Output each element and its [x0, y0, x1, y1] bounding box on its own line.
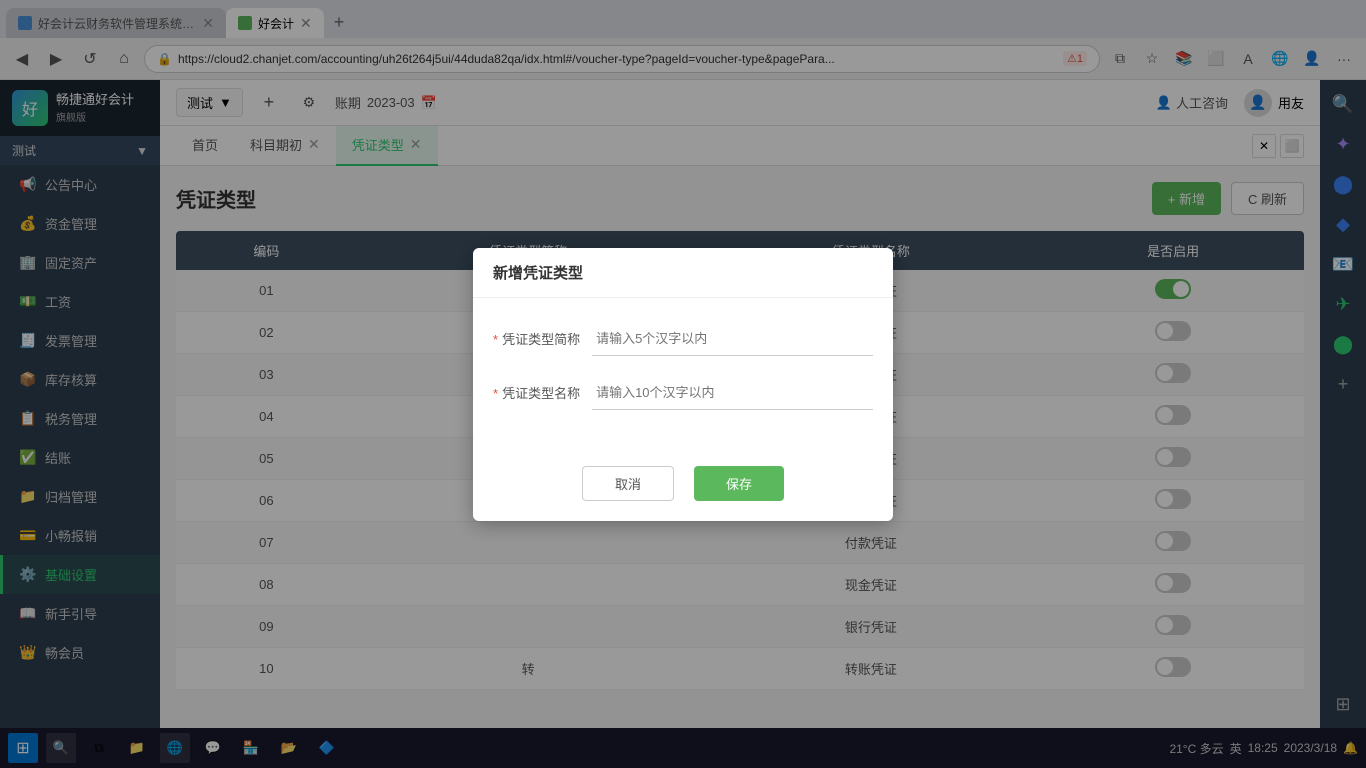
name-input[interactable] — [592, 376, 873, 410]
name-form-row: *凭证类型名称 — [493, 376, 873, 410]
dialog-body: *凭证类型简称 *凭证类型名称 — [473, 298, 893, 454]
name-label: *凭证类型名称 — [493, 383, 580, 402]
save-button[interactable]: 保存 — [694, 466, 784, 501]
abbr-form-row: *凭证类型简称 — [493, 322, 873, 356]
dialog-overlay: 新增凭证类型 *凭证类型简称 *凭证类型名称 取消 保存 — [0, 0, 1366, 768]
add-voucher-type-dialog: 新增凭证类型 *凭证类型简称 *凭证类型名称 取消 保存 — [473, 248, 893, 521]
abbr-label: *凭证类型简称 — [493, 329, 580, 348]
cancel-button[interactable]: 取消 — [582, 466, 674, 501]
dialog-title: 新增凭证类型 — [493, 262, 583, 283]
abbr-required-mark: * — [493, 332, 498, 347]
dialog-footer: 取消 保存 — [473, 454, 893, 521]
abbr-input[interactable] — [592, 322, 873, 356]
dialog-header: 新增凭证类型 — [473, 248, 893, 298]
name-required-mark: * — [493, 386, 498, 401]
